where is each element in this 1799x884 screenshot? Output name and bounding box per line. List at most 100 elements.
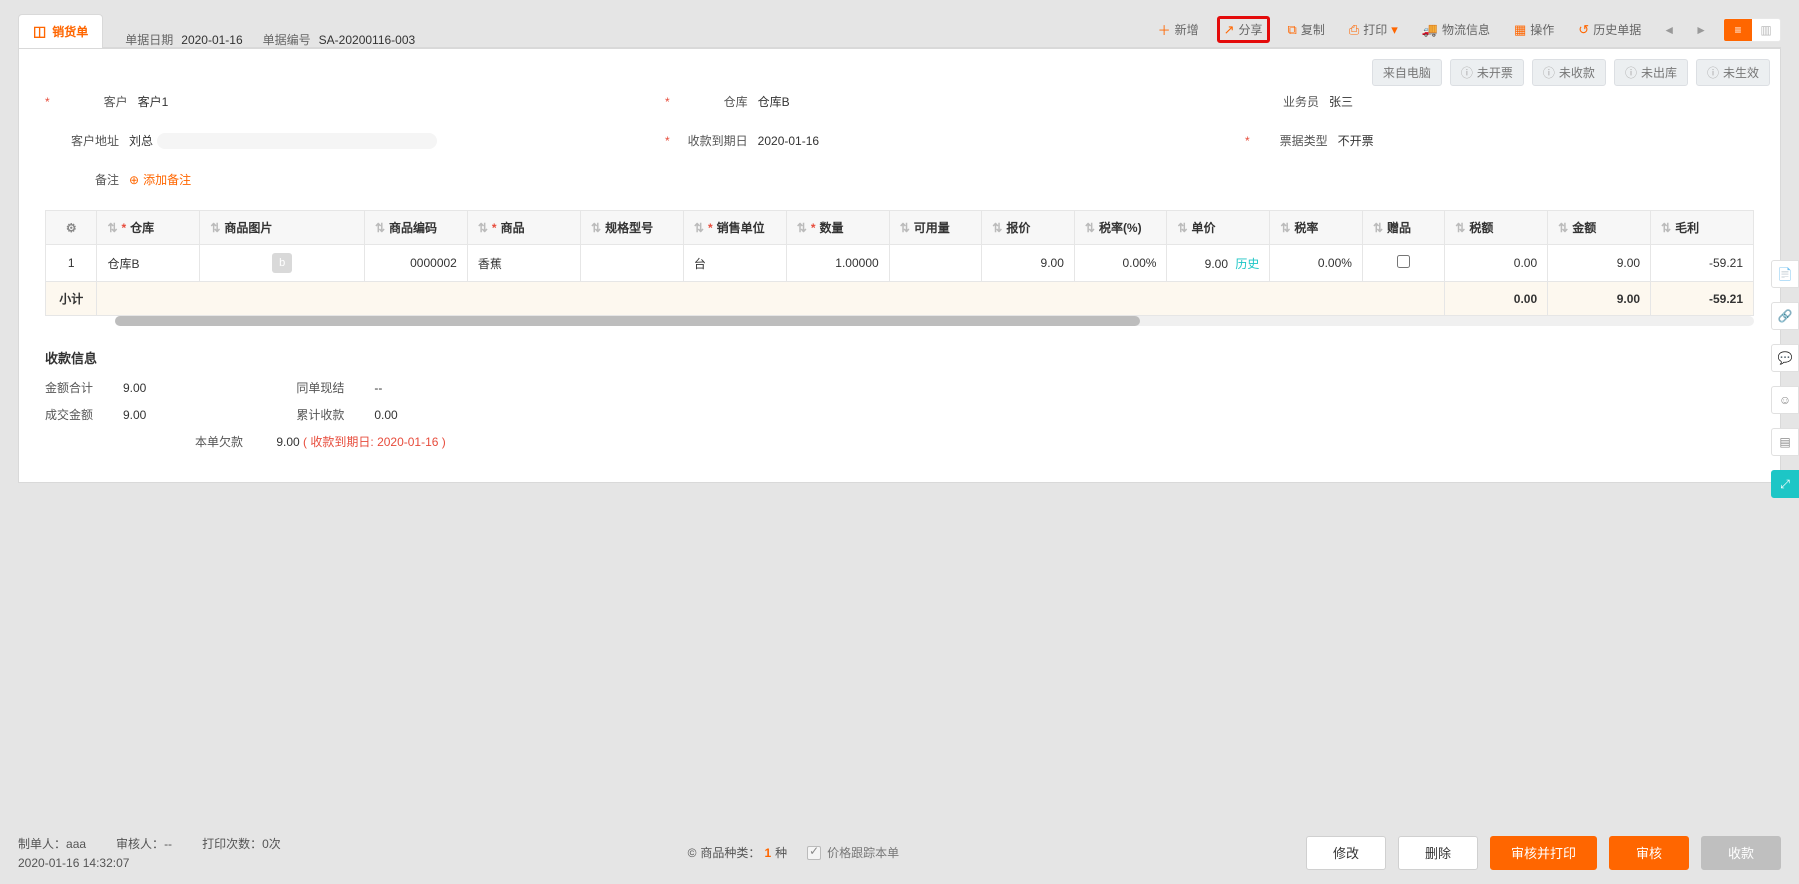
actions-button[interactable]: ▦操作 — [1508, 17, 1560, 42]
rail-message-icon[interactable]: 💬 — [1771, 344, 1799, 372]
info-icon: ⓘ — [1543, 64, 1555, 81]
sku-count: © 商品种类： 1 种 — [688, 844, 788, 861]
info-icon: ⓘ — [1707, 64, 1719, 81]
col-spec[interactable]: ⇅规格型号 — [581, 211, 684, 245]
cell-available[interactable] — [889, 245, 982, 282]
receive-button: 收款 — [1701, 836, 1781, 870]
rail-attach-icon[interactable]: 🔗 — [1771, 302, 1799, 330]
chip-unexported[interactable]: ⓘ未出库 — [1614, 59, 1688, 86]
view-toggle: ≡ ▥ — [1723, 18, 1781, 42]
field-due-date[interactable]: *收款到期日 2020-01-16 — [665, 132, 1245, 149]
cell-spec[interactable] — [581, 245, 684, 282]
audit-print-button[interactable]: 审核并打印 — [1490, 836, 1597, 870]
sales-order-icon: ◫ — [33, 23, 46, 40]
view-card[interactable]: ▥ — [1752, 19, 1780, 41]
col-rate[interactable]: ⇅税率 — [1270, 211, 1363, 245]
field-salesman[interactable]: 业务员 张三 — [1245, 93, 1745, 110]
chip-source: 来自电脑 — [1372, 59, 1442, 86]
plus-circle-icon: ⊕ — [129, 173, 139, 187]
col-product[interactable]: ⇅*商品 — [467, 211, 580, 245]
col-gift[interactable]: ⇅赠品 — [1362, 211, 1444, 245]
cell-product[interactable]: 香蕉 — [467, 245, 580, 282]
col-profit[interactable]: ⇅毛利 — [1651, 211, 1754, 245]
gift-checkbox[interactable] — [1397, 255, 1410, 268]
edit-button[interactable]: 修改 — [1306, 836, 1386, 870]
view-list[interactable]: ≡ — [1724, 19, 1752, 41]
prev-button[interactable]: ◄ — [1659, 23, 1679, 37]
field-invoice-type[interactable]: *票据类型 不开票 — [1245, 132, 1745, 149]
col-available[interactable]: ⇅可用量 — [889, 211, 982, 245]
col-quote[interactable]: ⇅报价 — [982, 211, 1075, 245]
col-image[interactable]: ⇅商品图片 — [200, 211, 365, 245]
cell-unit[interactable]: 台 — [683, 245, 786, 282]
audit-button[interactable]: 审核 — [1609, 836, 1689, 870]
col-warehouse[interactable]: ⇅*仓库 — [97, 211, 200, 245]
field-customer[interactable]: *客户 客户1 — [45, 93, 665, 110]
chip-uninvoiced[interactable]: ⓘ未开票 — [1450, 59, 1524, 86]
col-tax[interactable]: ⇅税额 — [1445, 211, 1548, 245]
tab-title: 销货单 — [52, 23, 88, 40]
history-link[interactable]: 历史 — [1235, 257, 1259, 271]
print-icon: ⎙ — [1349, 22, 1359, 38]
rail-layers-icon[interactable]: ▤ — [1771, 428, 1799, 456]
col-qty[interactable]: ⇅*数量 — [786, 211, 889, 245]
field-customer-address[interactable]: 客户地址 刘总 — [45, 132, 665, 149]
copy-button[interactable]: ⧉复制 — [1282, 17, 1331, 42]
col-code[interactable]: ⇅商品编码 — [364, 211, 467, 245]
cell-qty[interactable]: 1.00000 — [786, 245, 889, 282]
doc-date: 单据日期2020-01-16 — [125, 31, 242, 48]
col-amount[interactable]: ⇅金额 — [1548, 211, 1651, 245]
truck-icon: 🚚 — [1422, 22, 1438, 38]
deal-amount: 成交金额9.00 — [45, 406, 146, 423]
share-icon: ↗ — [1224, 22, 1235, 38]
rail-note-icon[interactable]: 📄 — [1771, 260, 1799, 288]
history-button[interactable]: ↺历史单据 — [1572, 17, 1647, 42]
history-icon: ↺ — [1578, 22, 1589, 38]
cell-profit: -59.21 — [1651, 245, 1754, 282]
rail-expand-icon[interactable]: ⤢ — [1771, 470, 1799, 498]
cell-quote[interactable]: 9.00 — [982, 245, 1075, 282]
delete-button[interactable]: 删除 — [1398, 836, 1478, 870]
chip-unpaid[interactable]: ⓘ未收款 — [1532, 59, 1606, 86]
tab-sales-order[interactable]: ◫ 销货单 — [18, 14, 103, 48]
new-button[interactable]: ＋新增 — [1152, 16, 1205, 43]
cell-rate[interactable]: 0.00% — [1270, 245, 1363, 282]
footer-meta: 制单人：aaa 审核人：-- 打印次数：0次 2020-01-16 14:32:… — [18, 835, 281, 870]
cell-image[interactable]: b — [200, 245, 365, 282]
subtotal-row: 小计 0.00 9.00 -59.21 — [46, 282, 1754, 316]
image-placeholder-icon: b — [272, 253, 292, 273]
chip-inactive[interactable]: ⓘ未生效 — [1696, 59, 1770, 86]
logistics-button[interactable]: 🚚物流信息 — [1416, 17, 1496, 42]
same-bill-settle: 同单现结-- — [296, 379, 382, 396]
cell-price[interactable]: 9.00 历史 — [1167, 245, 1270, 282]
next-button[interactable]: ► — [1691, 23, 1711, 37]
field-warehouse[interactable]: *仓库 仓库B — [665, 93, 1245, 110]
table-row[interactable]: 1 仓库B b 0000002 香蕉 台 1.00000 9.00 0.00% … — [46, 245, 1754, 282]
cell-warehouse[interactable]: 仓库B — [97, 245, 200, 282]
rail-user-icon[interactable]: ☺ — [1771, 386, 1799, 414]
add-remark-button[interactable]: ⊕ 添加备注 — [129, 171, 191, 188]
col-price[interactable]: ⇅单价 — [1167, 211, 1270, 245]
checkbox-icon — [807, 846, 821, 860]
info-icon: ⓘ — [1461, 64, 1473, 81]
table-header: ⚙ ⇅*仓库 ⇅商品图片 ⇅商品编码 ⇅*商品 ⇅规格型号 ⇅*销售单位 ⇅*数… — [46, 211, 1754, 245]
col-unit[interactable]: ⇅*销售单位 — [683, 211, 786, 245]
horizontal-scrollbar[interactable] — [45, 314, 1754, 328]
copyright-icon: © — [688, 846, 697, 860]
col-rate-pct[interactable]: ⇅税率(%) — [1074, 211, 1167, 245]
total-amount: 金额合计9.00 — [45, 379, 146, 396]
price-follow-checkbox[interactable]: 价格跟踪本单 — [807, 844, 899, 861]
print-button[interactable]: ⎙打印▾ — [1343, 17, 1404, 42]
cell-gift[interactable] — [1362, 245, 1444, 282]
share-button[interactable]: ↗分享 — [1217, 16, 1270, 43]
bill-debt: 本单欠款 9.00 ( 收款到期日: 2020-01-16 ) — [195, 433, 446, 450]
field-remark: 备注 ⊕ 添加备注 — [45, 171, 665, 188]
cell-code[interactable]: 0000002 — [364, 245, 467, 282]
footer-timestamp: 2020-01-16 14:32:07 — [18, 856, 281, 870]
cell-rate-pct[interactable]: 0.00% — [1074, 245, 1167, 282]
plus-icon: ＋ — [1158, 20, 1171, 39]
chevron-down-icon: ▾ — [1391, 22, 1398, 38]
doc-no: 单据编号SA-20200116-003 — [263, 31, 416, 48]
address-masked — [157, 133, 437, 149]
gear-icon[interactable]: ⚙ — [66, 221, 77, 235]
